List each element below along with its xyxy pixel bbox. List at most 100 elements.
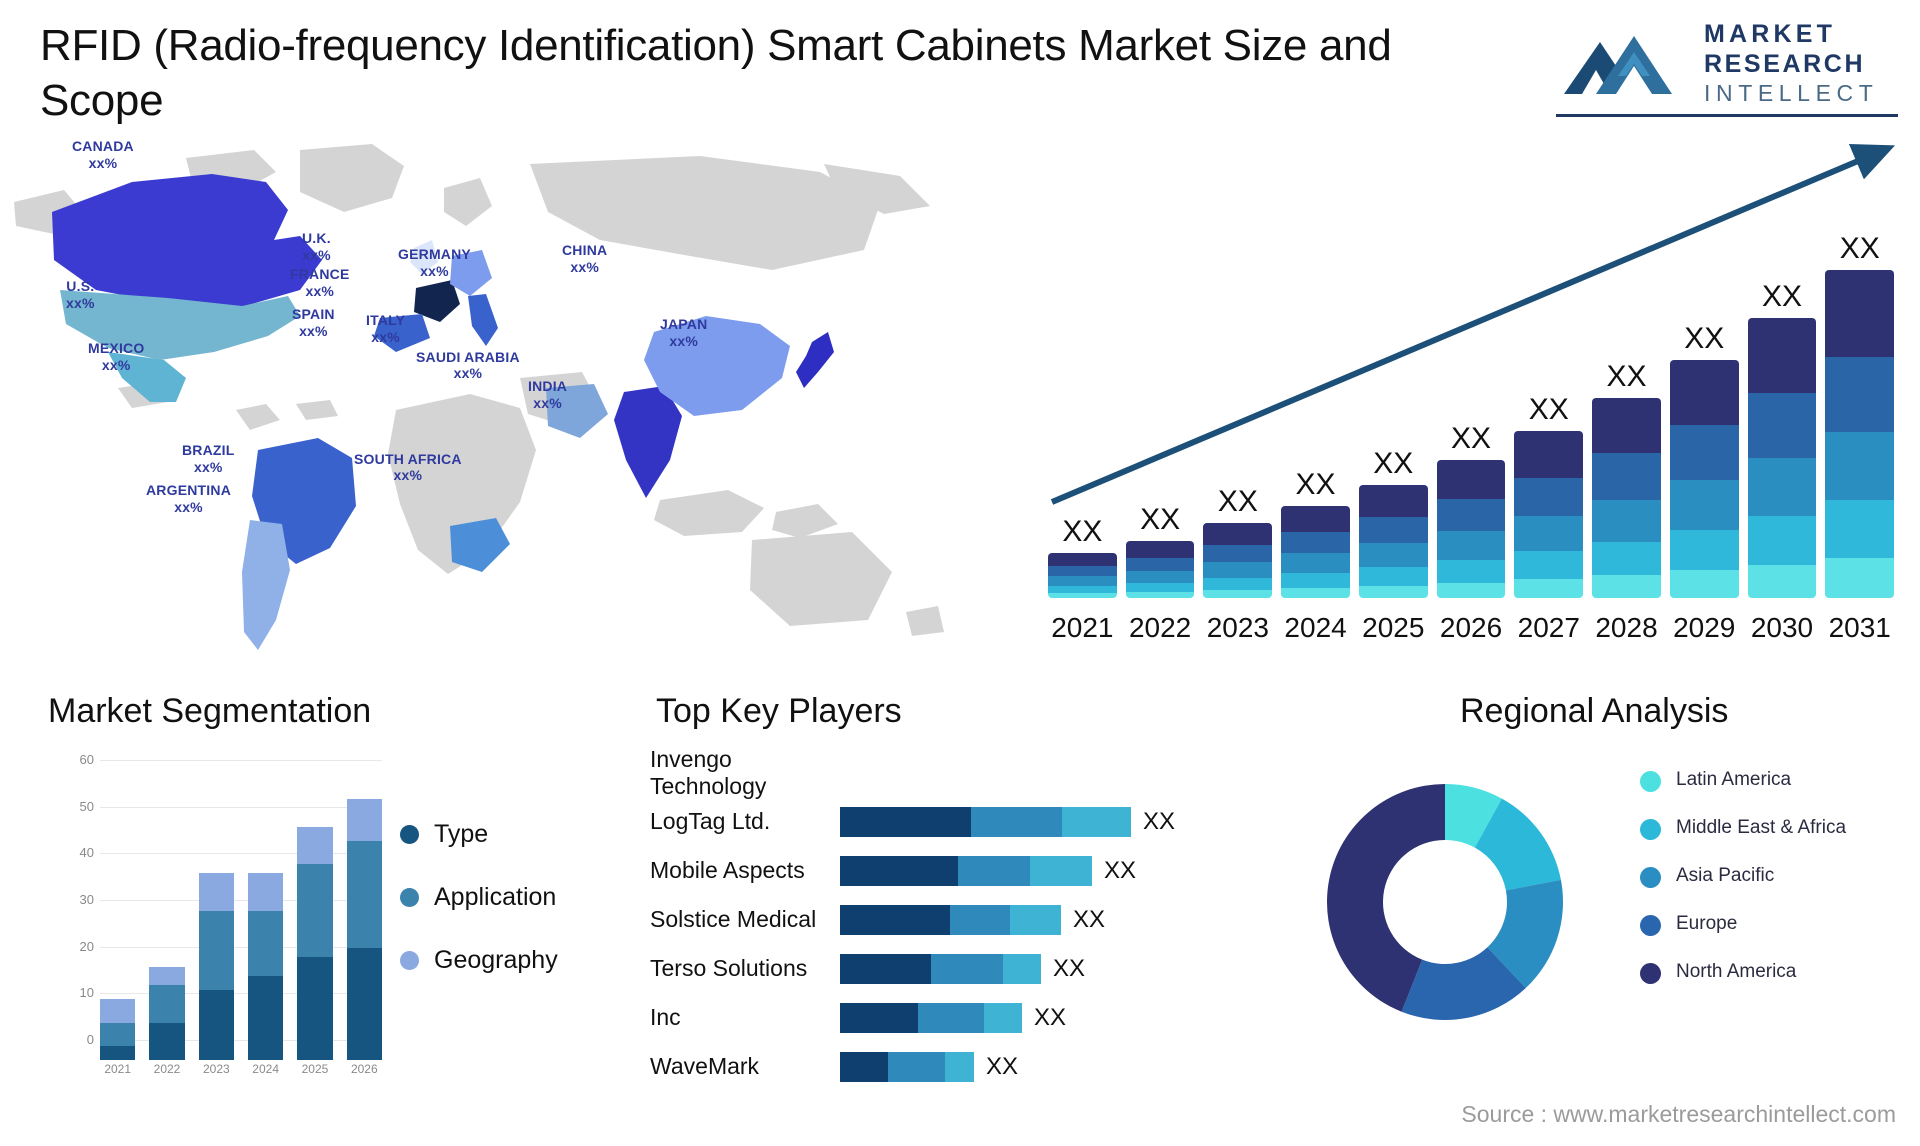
map-country-italy xyxy=(468,294,498,346)
key-player-name: Terso Solutions xyxy=(650,955,808,981)
forecast-bar-segment xyxy=(1747,393,1817,458)
forecast-bar-segment xyxy=(1825,432,1895,501)
regional-legend: Latin America Middle East & Africa Asia Pa… xyxy=(1640,768,1846,1008)
forecast-bar-segment xyxy=(1436,530,1506,561)
segmentation-bar-segment xyxy=(346,798,382,841)
map-label-south-africa: SOUTH AFRICA xx% xyxy=(354,451,462,483)
market-segmentation-panel: Market Segmentation 0 10 20 30 40 50 60 2021 20… xyxy=(20,692,620,1130)
segmentation-bar-segment xyxy=(198,990,234,1060)
key-player-value-label: XX xyxy=(1034,1003,1067,1031)
forecast-column: XX xyxy=(1125,228,1195,598)
key-player-bar-segment xyxy=(840,806,971,837)
legend-dot-icon xyxy=(1640,771,1661,792)
forecast-bar-segment xyxy=(1514,579,1584,598)
key-player-bar-segment xyxy=(840,1002,918,1033)
key-player-bar-segment xyxy=(1010,904,1061,935)
forecast-bar-segment xyxy=(1358,542,1428,568)
forecast-bar xyxy=(1747,318,1817,598)
regional-legend-label: Europe xyxy=(1676,913,1738,934)
forecast-bar-segment xyxy=(1825,500,1895,558)
forecast-value-label: XX xyxy=(1295,468,1336,501)
forecast-value-label: XX xyxy=(1606,360,1647,393)
key-player-name: Invengo Technology xyxy=(650,745,767,799)
forecast-bar-segment xyxy=(1592,541,1661,576)
segmentation-y-tick: 0 xyxy=(86,1032,94,1047)
forecast-bar-segment xyxy=(1514,431,1584,478)
top-key-players-title: Top Key Players xyxy=(656,692,902,730)
segmentation-y-tick: 50 xyxy=(79,798,94,814)
regional-analysis-panel: Regional Analysis Latin America Middle Ea… xyxy=(1280,692,1920,1130)
segmentation-bar-segment xyxy=(247,873,284,911)
segmentation-plot: 0 10 20 30 40 50 60 2021 2022 2023 2024 2025 2026 xyxy=(62,752,382,1076)
segmentation-legend: Type Application Geography xyxy=(400,820,558,1009)
segmentation-bar-segment xyxy=(149,985,185,1023)
forecast-bar-segment xyxy=(1203,523,1273,545)
regional-legend-label: Asia Pacific xyxy=(1676,865,1775,886)
segmentation-bar-segment xyxy=(149,1022,185,1060)
forecast-bar-segment xyxy=(1592,453,1661,500)
segmentation-bar-segment xyxy=(198,910,234,990)
logo-line-intellect: INTELLECT xyxy=(1704,80,1879,106)
key-player-bar-segment xyxy=(1062,806,1131,837)
segmentation-x-label: 2022 xyxy=(153,1062,181,1076)
forecast-bar-segment xyxy=(1358,517,1428,543)
forecast-year-label: 2028 xyxy=(1595,612,1658,643)
forecast-bar-segment xyxy=(1125,592,1195,598)
key-player-bar-segment xyxy=(971,806,1062,837)
forecast-bar xyxy=(1125,541,1195,598)
forecast-value-label: XX xyxy=(1761,280,1802,313)
forecast-bar-segment xyxy=(1514,477,1584,517)
page-title: RFID (Radio-frequency Identification) Sm… xyxy=(40,21,1392,126)
segmentation-column xyxy=(247,780,284,1060)
logo-line-research: RESEARCH xyxy=(1704,50,1866,78)
forecast-bar-segment xyxy=(1125,541,1195,559)
legend-dot-icon xyxy=(1640,867,1661,888)
forecast-year-label: 2029 xyxy=(1673,612,1736,643)
map-label-uk: U.K. xx% xyxy=(302,230,331,264)
segmentation-bar-segment xyxy=(100,1022,136,1046)
forecast-bar-segment xyxy=(1592,398,1661,454)
map-label-us: U.S. xx% xyxy=(66,278,95,312)
map-country-argentina xyxy=(242,520,290,650)
forecast-column: XX xyxy=(1358,228,1428,598)
forecast-year-label: 2021 xyxy=(1051,612,1114,643)
key-player-bar xyxy=(840,806,1131,837)
map-label-canada: CANADA xx% xyxy=(72,138,134,172)
key-player-bar-segment xyxy=(984,1002,1022,1033)
forecast-bar xyxy=(1203,523,1273,598)
regional-analysis-title: Regional Analysis xyxy=(1460,692,1729,730)
legend-dot-icon xyxy=(400,951,419,970)
segmentation-gridline xyxy=(100,760,382,761)
regional-legend-label: North America xyxy=(1676,961,1797,982)
key-player-bar-segment xyxy=(1030,855,1092,886)
regional-legend-item: Latin America xyxy=(1640,768,1846,792)
forecast-year-label: 2024 xyxy=(1284,612,1347,643)
logo-divider xyxy=(1556,114,1898,117)
forecast-column: XX xyxy=(1669,228,1739,598)
key-player-row: Solstice Medical XX xyxy=(620,895,1280,944)
key-player-bar-segment xyxy=(950,904,1010,935)
forecast-year-label: 2031 xyxy=(1828,612,1891,643)
key-player-bar-segment xyxy=(931,953,1003,984)
regional-legend-label: Middle East & Africa xyxy=(1676,817,1847,838)
forecast-bar-segment xyxy=(1825,270,1895,358)
forecast-value-label: XX xyxy=(1062,515,1103,548)
forecast-bar-segment xyxy=(1358,567,1428,587)
world-map-panel: CANADA xx% U.S. xx% MEXICO xx% BRAZIL xx… xyxy=(0,120,1020,660)
forecast-bar-segment xyxy=(1747,516,1817,565)
forecast-year-axis: 2021 2022 2023 2024 2025 2026 2027 2028 2029 2030… xyxy=(1048,612,1894,644)
forecast-bar xyxy=(1436,460,1506,598)
key-player-value-label: XX xyxy=(1143,807,1176,835)
forecast-bar-segment xyxy=(1747,318,1817,394)
segmentation-column xyxy=(198,780,234,1060)
key-player-bar-segment xyxy=(918,1002,984,1033)
key-player-bar-segment xyxy=(888,1051,945,1082)
forecast-bar-segment xyxy=(1592,575,1661,598)
regional-legend-item: Asia Pacific xyxy=(1640,864,1846,888)
forecast-bar-segment xyxy=(1203,577,1273,591)
key-player-bar-segment xyxy=(945,1051,974,1082)
segmentation-x-label: 2026 xyxy=(350,1062,378,1076)
forecast-bar-segment xyxy=(1436,499,1506,531)
map-country-japan xyxy=(796,332,834,388)
key-player-bar xyxy=(840,904,1061,935)
